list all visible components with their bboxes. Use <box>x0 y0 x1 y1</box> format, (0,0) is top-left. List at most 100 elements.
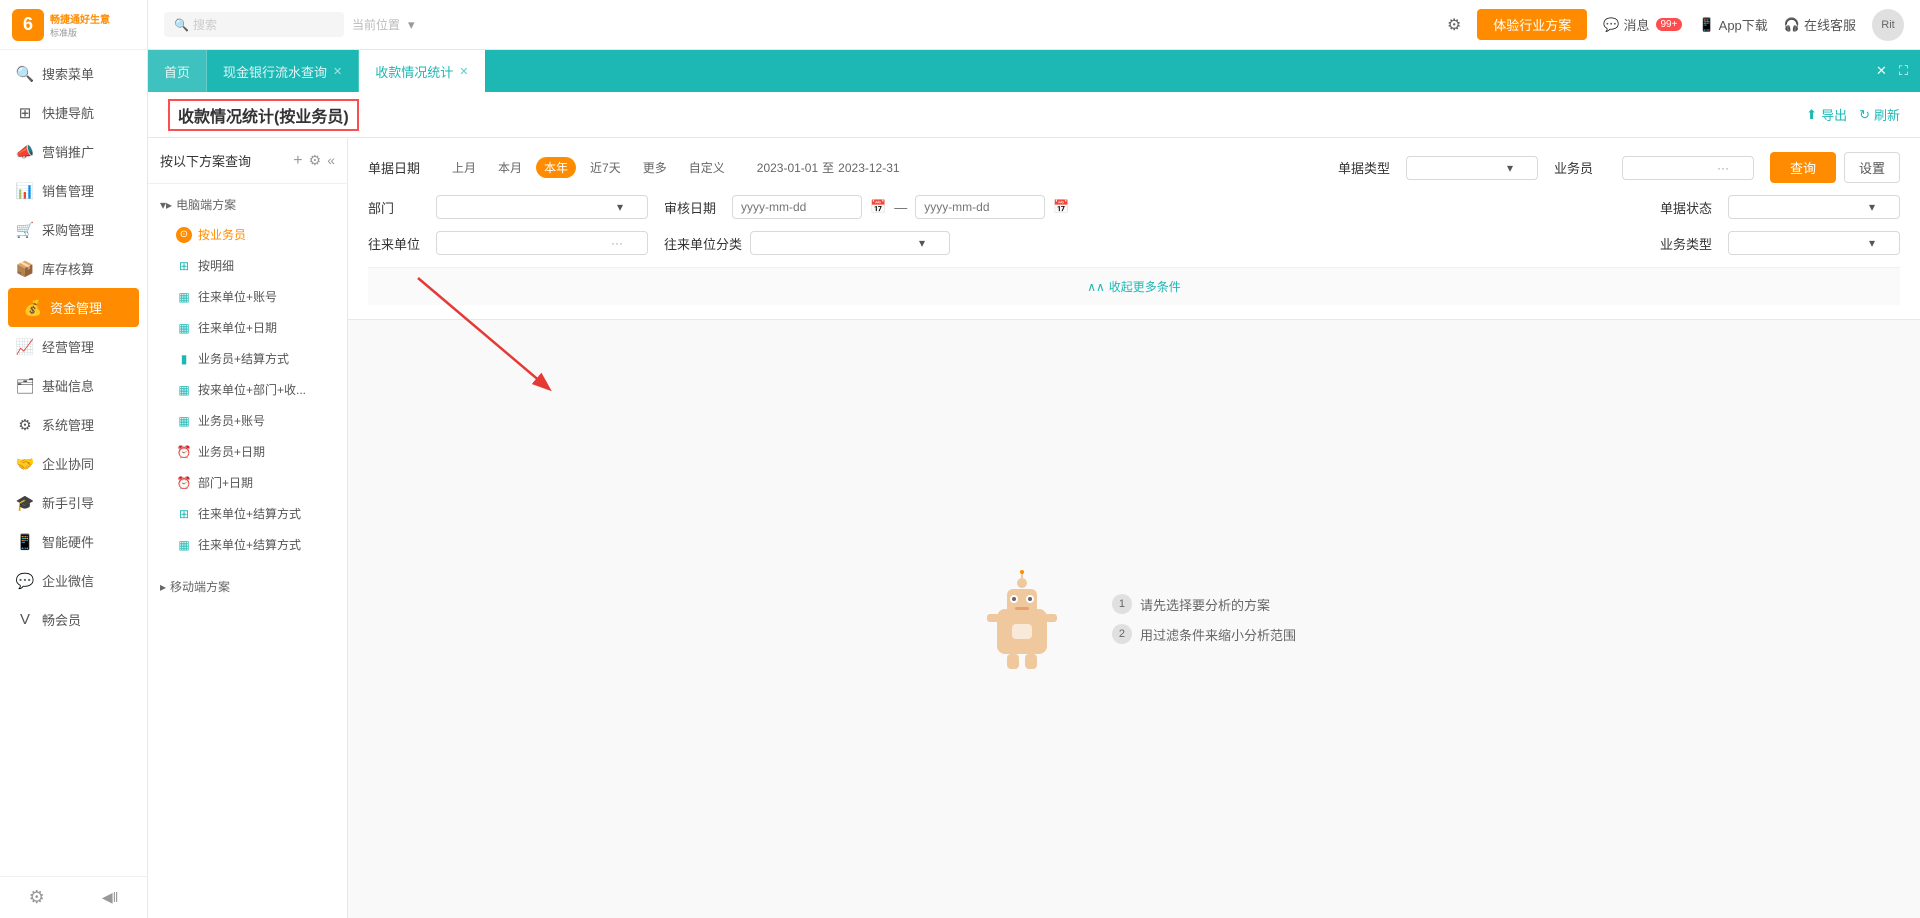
dept-filter: 部门 ▾ <box>368 195 648 219</box>
partner-category-select[interactable]: ▾ <box>750 231 950 255</box>
sidebar-item-inventory[interactable]: 📦 库存核算 <box>0 249 147 288</box>
sidebar-item-system[interactable]: ⚙ 系统管理 <box>0 405 147 444</box>
shortcut-this-month[interactable]: 本月 <box>490 157 530 178</box>
sidebar-item-hardware[interactable]: 📱 智能硬件 <box>0 522 147 561</box>
plan-item-detail[interactable]: ⊞ 按明细 <box>148 250 347 281</box>
salesperson-select[interactable]: ··· <box>1622 156 1754 180</box>
sidebar-item-enterprise[interactable]: 🤝 企业协同 <box>0 444 147 483</box>
biz-type-label: 业务类型 <box>1660 234 1720 253</box>
collapse-arrow-icon: ∧∧ <box>1087 280 1105 294</box>
topbar-left: 🔍 搜索 当前位置 ▾ <box>164 12 1447 37</box>
shortcut-this-year[interactable]: 本年 <box>536 157 576 178</box>
shortcut-custom[interactable]: 自定义 <box>681 157 733 178</box>
message-btn[interactable]: 💬 消息 99+ <box>1603 15 1682 34</box>
trial-btn[interactable]: 体验行业方案 <box>1477 9 1587 40</box>
user-avatar[interactable]: Rit <box>1872 9 1904 41</box>
audit-to-input[interactable] <box>915 195 1045 219</box>
plan-item-partner-account[interactable]: ▦ 往来单位+账号 <box>148 281 347 312</box>
settings-bottom-icon[interactable]: ⚙ <box>29 887 45 908</box>
collapse-sidebar-btn[interactable]: ◀‖ <box>102 889 119 906</box>
sidebar-item-search[interactable]: 🔍 搜索菜单 <box>0 54 147 93</box>
biz-type-filter: 业务类型 ▾ <box>1660 231 1900 255</box>
partner-category-label: 往来单位分类 <box>664 234 742 253</box>
refresh-icon: ↻ <box>1859 107 1870 123</box>
expand-icon[interactable]: ⛶ <box>1899 63 1908 79</box>
plan-item-salesperson[interactable]: ⊙ 按业务员 <box>148 219 347 250</box>
wechat-icon: 💬 <box>16 572 34 590</box>
empty-tips: 1 请先选择要分析的方案 2 用过滤条件来缩小分析范围 <box>1112 594 1296 644</box>
plan-item-partner-dept[interactable]: ▦ 按来单位+部门+收... <box>148 374 347 405</box>
sidebar-item-sales[interactable]: 📊 销售管理 <box>0 171 147 210</box>
sidebar-item-member[interactable]: V 畅会员 <box>0 600 147 639</box>
salesperson-label: 业务员 <box>1554 158 1614 177</box>
tab-bank[interactable]: 现金银行流水查询 ✕ <box>207 50 359 92</box>
sidebar-item-quicknav[interactable]: ⊞ 快捷导航 <box>0 93 147 132</box>
topbar: 🔍 搜索 当前位置 ▾ ⚙ 体验行业方案 💬 消息 99+ 📱 App下载 🎧 … <box>148 0 1920 50</box>
tab-home[interactable]: 首页 <box>148 50 207 92</box>
grid-small-icon: ⊞ <box>176 258 192 274</box>
add-plan-btn[interactable]: + <box>293 152 302 170</box>
mobile-section-title[interactable]: ▸ 移动端方案 <box>148 572 347 601</box>
sidebar-item-purchase[interactable]: 🛒 采购管理 <box>0 210 147 249</box>
grid-icon-1: ⊞ <box>176 506 192 522</box>
desktop-section-title[interactable]: ▾ 电脑端方案 <box>148 190 347 219</box>
tab-close-bank[interactable]: ✕ <box>333 65 342 78</box>
plan-item-salesperson-account[interactable]: ▦ 业务员+账号 <box>148 405 347 436</box>
plan-item-partner-date[interactable]: ▦ 往来单位+日期 <box>148 312 347 343</box>
tab-collection[interactable]: 收款情况统计 ✕ <box>359 50 485 92</box>
sidebar-item-guide[interactable]: 🎓 新手引导 <box>0 483 147 522</box>
tab-close-collection[interactable]: ✕ <box>459 65 468 78</box>
sidebar-item-marketing[interactable]: 📣 营销推广 <box>0 132 147 171</box>
dots-salesperson: ··· <box>1717 161 1729 175</box>
plan-settings-btn[interactable]: ⚙ <box>309 152 322 170</box>
export-btn[interactable]: ⬆ 导出 <box>1806 105 1847 124</box>
doc-status-filter: 单据状态 ▾ <box>1660 195 1900 219</box>
app-download-btn[interactable]: 📱 App下载 <box>1698 15 1767 34</box>
mobile-plan-section: ▸ 移动端方案 <box>148 566 347 607</box>
online-service-btn[interactable]: 🎧 在线客服 <box>1784 15 1856 34</box>
filter-actions: 查询 设置 <box>1770 152 1900 183</box>
topbar-gear-icon[interactable]: ⚙ <box>1447 15 1461 35</box>
partner-select[interactable]: ··· <box>436 231 648 255</box>
settings-btn[interactable]: 设置 <box>1844 152 1900 183</box>
sidebar-item-wechat[interactable]: 💬 企业微信 <box>0 561 147 600</box>
plan-item-salesperson-date[interactable]: ⏰ 业务员+日期 <box>148 436 347 467</box>
collapse-bar[interactable]: ∧∧ 收起更多条件 <box>368 267 1900 305</box>
topbar-dropdown-icon[interactable]: ▾ <box>408 17 415 33</box>
partner-category-filter: 往来单位分类 ▾ <box>664 231 1644 255</box>
query-btn[interactable]: 查询 <box>1770 152 1836 183</box>
partner-label: 往来单位 <box>368 234 428 253</box>
logo-area: 6 畅捷通好生意 标准版 <box>0 0 147 50</box>
sidebar: 6 畅捷通好生意 标准版 🔍 搜索菜单 ⊞ 快捷导航 📣 营销推广 📊 销售管理… <box>0 0 148 918</box>
logo-text: 畅捷通好生意 标准版 <box>50 11 110 39</box>
plan-item-partner-payment1[interactable]: ⊞ 往来单位+结算方式 <box>148 498 347 529</box>
page-header: 收款情况统计(按业务员) ⬆ 导出 ↻ 刷新 <box>148 92 1920 138</box>
plan-item-dept-date[interactable]: ⏰ 部门+日期 <box>148 467 347 498</box>
headset-icon: 🎧 <box>1784 17 1800 33</box>
shortcut-more[interactable]: 更多 <box>635 157 675 178</box>
sidebar-item-operations[interactable]: 📈 经营管理 <box>0 327 147 366</box>
refresh-btn[interactable]: ↻ 刷新 <box>1859 105 1900 124</box>
doc-status-select[interactable]: ▾ <box>1728 195 1900 219</box>
plan-item-salesperson-payment[interactable]: ▮ 业务员+结算方式 <box>148 343 347 374</box>
plan-item-partner-payment2[interactable]: ▦ 往来单位+结算方式 <box>148 529 347 560</box>
audit-from-input[interactable] <box>732 195 862 219</box>
cart-icon: 🛒 <box>16 221 34 239</box>
box-icon: 📦 <box>16 260 34 278</box>
topbar-search[interactable]: 🔍 搜索 <box>164 12 344 37</box>
shortcut-prev-month[interactable]: 上月 <box>444 157 484 178</box>
empty-state: 1 请先选择要分析的方案 2 用过滤条件来缩小分析范围 <box>348 320 1920 918</box>
doc-type-select[interactable]: ▾ <box>1406 156 1538 180</box>
biz-type-select[interactable]: ▾ <box>1728 231 1900 255</box>
close-window-icon[interactable]: ✕ <box>1876 63 1887 79</box>
table-icon-3: ▦ <box>176 382 192 398</box>
dept-select[interactable]: ▾ <box>436 195 648 219</box>
content-area: 按以下方案查询 + ⚙ « ▾ 电脑端方案 ⊙ 按业务员 ⊞ 按明 <box>148 138 1920 918</box>
sidebar-item-finance[interactable]: 💰 资金管理 <box>8 288 139 327</box>
export-icon: ⬆ <box>1806 107 1817 123</box>
handshake-icon: 🤝 <box>16 455 34 473</box>
sidebar-item-basic[interactable]: 🗂 基础信息 <box>0 366 147 405</box>
page-header-actions: ⬆ 导出 ↻ 刷新 <box>1806 105 1900 124</box>
collapse-panel-btn[interactable]: « <box>327 152 335 170</box>
shortcut-last7[interactable]: 近7天 <box>582 157 629 178</box>
